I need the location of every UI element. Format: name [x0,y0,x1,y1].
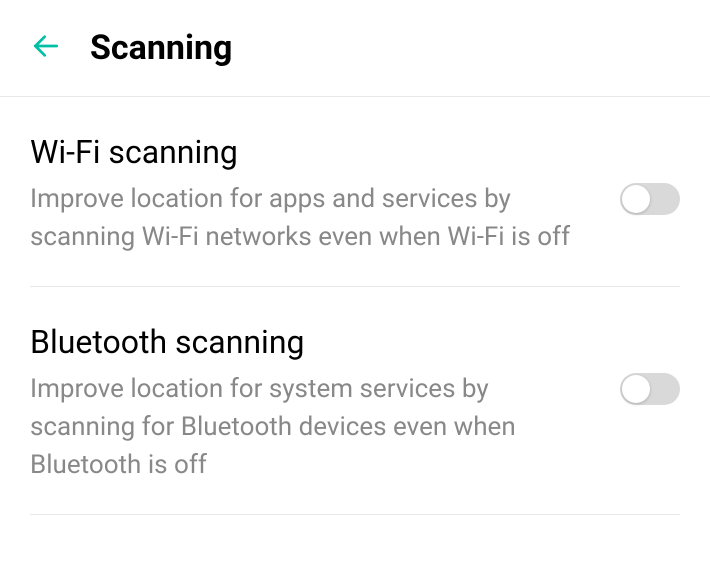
setting-item-bluetooth-scanning[interactable]: Bluetooth scanning Improve location for … [30,287,680,515]
setting-title: Bluetooth scanning [30,323,600,361]
header: Scanning [0,0,710,97]
setting-item-wifi-scanning[interactable]: Wi-Fi scanning Improve location for apps… [30,97,680,287]
setting-description: Improve location for apps and services b… [30,181,600,256]
settings-list: Wi-Fi scanning Improve location for apps… [0,97,710,515]
wifi-scanning-toggle[interactable] [620,183,680,215]
toggle-knob [622,185,650,213]
page-title: Scanning [90,28,232,68]
back-arrow-icon[interactable] [30,30,62,66]
bluetooth-scanning-toggle[interactable] [620,373,680,405]
setting-content: Wi-Fi scanning Improve location for apps… [30,133,620,256]
setting-title: Wi-Fi scanning [30,133,600,171]
setting-description: Improve location for system services by … [30,371,600,484]
toggle-knob [622,375,650,403]
setting-content: Bluetooth scanning Improve location for … [30,323,620,484]
